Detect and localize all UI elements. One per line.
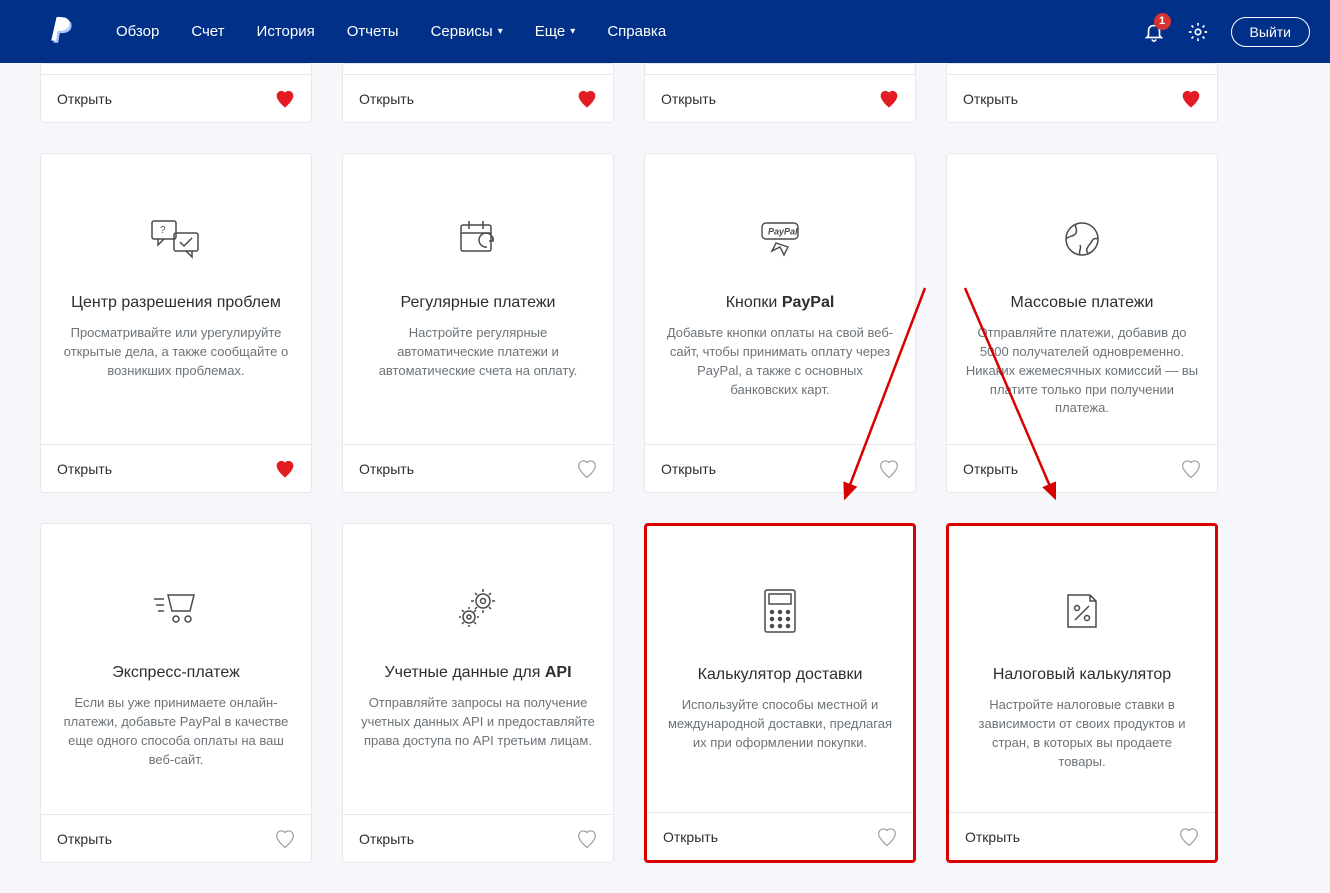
service-card: Открыть — [40, 63, 312, 123]
favorite-heart-icon[interactable] — [577, 460, 597, 478]
chevron-down-icon: ▾ — [498, 26, 503, 37]
card-description: Настройте регулярные автоматические плат… — [361, 324, 595, 381]
nav-history[interactable]: История — [257, 23, 315, 40]
open-link[interactable]: Открыть — [965, 829, 1020, 845]
nav-help[interactable]: Справка — [607, 23, 666, 40]
favorite-heart-icon[interactable] — [877, 828, 897, 846]
service-card-resolution-center: ? Центр разрешения проблем Просматривайт… — [40, 153, 312, 493]
service-card-mass-payments: Массовые платежи Отправляйте платежи, до… — [946, 153, 1218, 493]
service-card-api-credentials: Учетные данные для API Отправляйте запро… — [342, 523, 614, 863]
service-card-shipping-calculator: Калькулятор доставки Используйте способы… — [644, 523, 916, 863]
chevron-down-icon: ▾ — [570, 26, 575, 37]
card-footer: Открыть — [947, 74, 1217, 122]
card-title: Учетные данные для API — [384, 664, 571, 682]
card-footer: Открыть — [41, 74, 311, 122]
open-link[interactable]: Открыть — [359, 461, 414, 477]
open-link[interactable]: Открыть — [57, 831, 112, 847]
settings-button[interactable] — [1187, 21, 1209, 43]
service-card: Открыть — [946, 63, 1218, 123]
service-card: Открыть — [644, 63, 916, 123]
favorite-heart-icon[interactable] — [577, 90, 597, 108]
favorite-heart-icon[interactable] — [577, 830, 597, 848]
gears-icon — [453, 574, 503, 644]
open-link[interactable]: Открыть — [57, 91, 112, 107]
card-title: Массовые платежи — [1011, 294, 1154, 312]
card-description: Просматривайте или урегулируйте открытые… — [59, 324, 293, 381]
nav-overview[interactable]: Обзор — [116, 23, 159, 40]
favorite-heart-icon[interactable] — [275, 830, 295, 848]
service-card: Открыть — [342, 63, 614, 123]
calendar-refresh-icon — [453, 204, 503, 274]
card-description: Отправляйте запросы на получение учетных… — [361, 694, 595, 751]
svg-text:?: ? — [160, 225, 166, 236]
favorite-heart-icon[interactable] — [1179, 828, 1199, 846]
card-footer: Открыть — [645, 74, 915, 122]
card-title: Налоговый калькулятор — [993, 666, 1171, 684]
svg-text:PayPal: PayPal — [768, 227, 798, 237]
card-title: Центр разрешения проблем — [71, 294, 281, 312]
card-title: Экспресс-платеж — [112, 664, 240, 682]
chat-check-icon: ? — [146, 204, 206, 274]
card-title: Кнопки PayPal — [726, 294, 835, 312]
service-card-recurring-payments: Регулярные платежи Настройте регулярные … — [342, 153, 614, 493]
open-link[interactable]: Открыть — [661, 91, 716, 107]
open-link[interactable]: Открыть — [359, 831, 414, 847]
nav-services[interactable]: Сервисы▾ — [431, 23, 503, 40]
content-area: Открыть Открыть Открыть — [0, 63, 1330, 893]
logout-button[interactable]: Выйти — [1231, 17, 1310, 47]
service-card-tax-calculator: Налоговый калькулятор Настройте налоговы… — [946, 523, 1218, 863]
favorite-heart-icon[interactable] — [1181, 460, 1201, 478]
open-link[interactable]: Открыть — [661, 461, 716, 477]
card-title: Регулярные платежи — [401, 294, 556, 312]
card-footer: Открыть — [343, 74, 613, 122]
top-header: Обзор Счет История Отчеты Сервисы▾ Еще▾ … — [0, 0, 1330, 63]
main-nav: Обзор Счет История Отчеты Сервисы▾ Еще▾ … — [116, 23, 1143, 40]
card-title: Калькулятор доставки — [698, 666, 863, 684]
service-card-paypal-buttons: PayPal Кнопки PayPal Добавьте кнопки опл… — [644, 153, 916, 493]
cart-fast-icon — [148, 574, 204, 644]
favorite-heart-icon[interactable] — [1181, 90, 1201, 108]
service-card-express-checkout: Экспресс-платеж Если вы уже принимаете о… — [40, 523, 312, 863]
nav-more[interactable]: Еще▾ — [535, 23, 576, 40]
favorite-heart-icon[interactable] — [879, 90, 899, 108]
paypal-logo-icon[interactable] — [50, 17, 76, 47]
nav-reports[interactable]: Отчеты — [347, 23, 399, 40]
globe-icon — [1060, 204, 1104, 274]
card-description: Используйте способы местной и международ… — [665, 696, 895, 753]
open-link[interactable]: Открыть — [963, 91, 1018, 107]
favorite-heart-icon[interactable] — [879, 460, 899, 478]
calculator-icon — [761, 576, 799, 646]
open-link[interactable]: Открыть — [359, 91, 414, 107]
card-description: Отправляйте платежи, добавив до 5000 пол… — [965, 324, 1199, 418]
notification-badge: 1 — [1154, 13, 1171, 30]
card-description: Если вы уже принимаете онлайн-платежи, д… — [59, 694, 293, 769]
header-actions: 1 Выйти — [1143, 17, 1310, 47]
card-description: Настройте налоговые ставки в зависимости… — [967, 696, 1197, 771]
open-link[interactable]: Открыть — [57, 461, 112, 477]
open-link[interactable]: Открыть — [663, 829, 718, 845]
nav-account[interactable]: Счет — [191, 23, 224, 40]
paypal-button-tag-icon: PayPal — [750, 204, 810, 274]
open-link[interactable]: Открыть — [963, 461, 1018, 477]
notifications-button[interactable]: 1 — [1143, 21, 1165, 43]
percent-doc-icon — [1060, 576, 1104, 646]
favorite-heart-icon[interactable] — [275, 90, 295, 108]
favorite-heart-icon[interactable] — [275, 460, 295, 478]
card-description: Добавьте кнопки оплаты на свой веб-сайт,… — [663, 324, 897, 399]
